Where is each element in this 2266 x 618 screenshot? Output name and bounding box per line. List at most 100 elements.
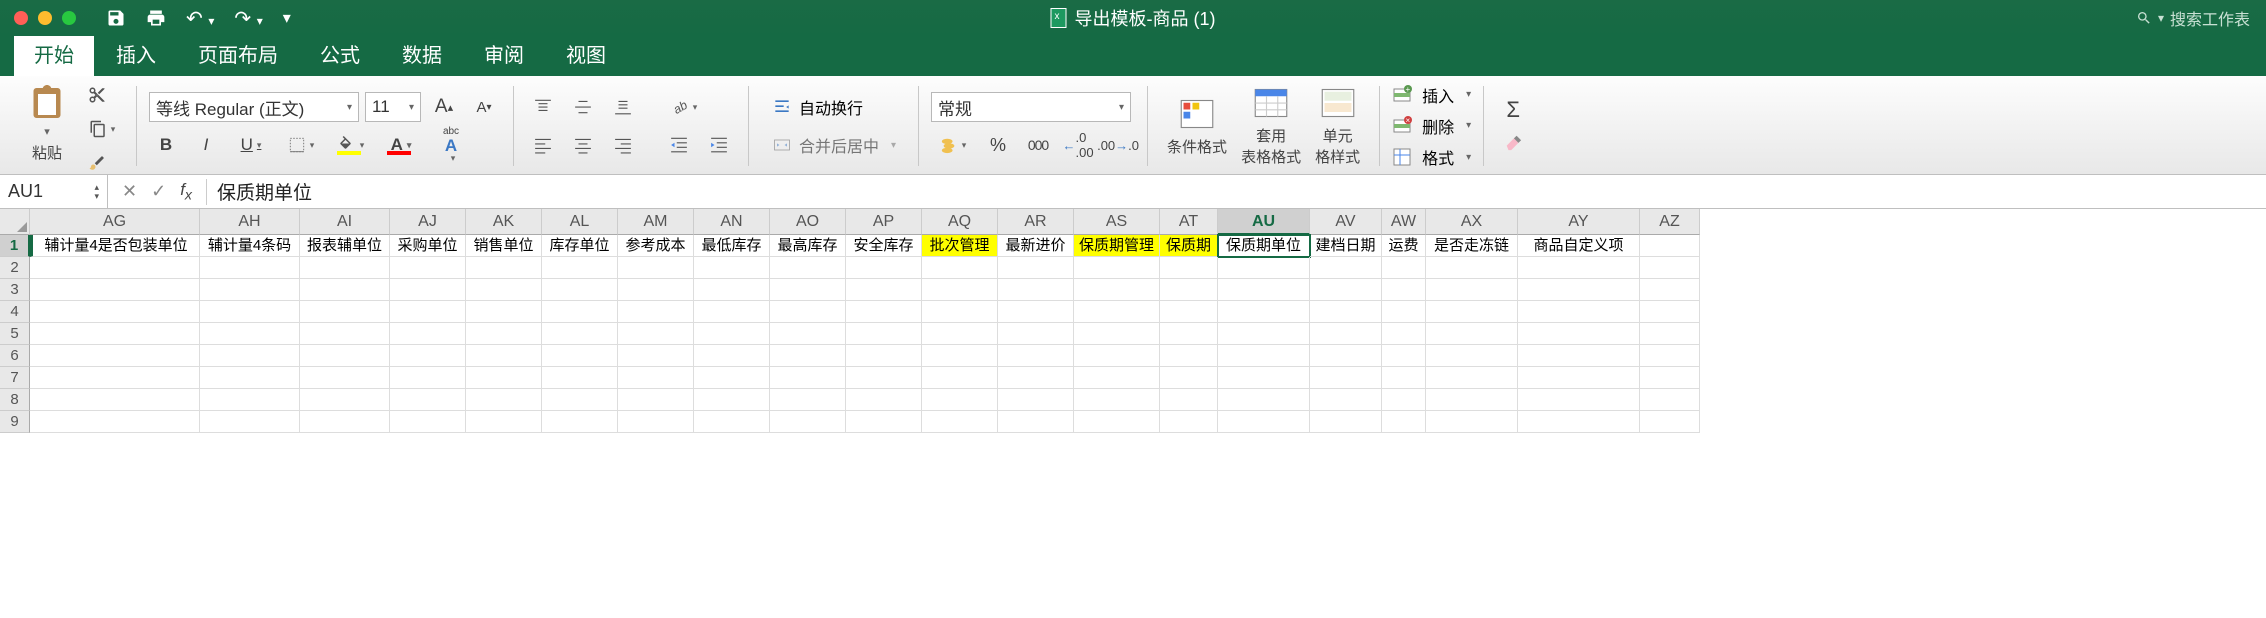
search-bar[interactable]: ▾ 搜索工作表 (2136, 6, 2250, 30)
cell-AH7[interactable] (200, 367, 300, 389)
cell-AQ8[interactable] (922, 389, 998, 411)
column-header-AS[interactable]: AS (1074, 209, 1160, 235)
cell-AT1[interactable]: 保质期 (1160, 235, 1218, 257)
cell-styles-button[interactable]: 单元 格样式 (1308, 80, 1367, 172)
cell-AR3[interactable] (998, 279, 1074, 301)
cell-AM6[interactable] (618, 345, 694, 367)
cell-AP7[interactable] (846, 367, 922, 389)
format-cells-button[interactable]: 格式▾ (1392, 143, 1471, 172)
cell-AN1[interactable]: 最低库存 (694, 235, 770, 257)
cell-AQ7[interactable] (922, 367, 998, 389)
cell-AZ6[interactable] (1640, 345, 1700, 367)
fill-color-button[interactable] (329, 130, 373, 160)
cell-AO8[interactable] (770, 389, 846, 411)
cell-AY7[interactable] (1518, 367, 1640, 389)
cell-AW4[interactable] (1382, 301, 1426, 323)
cell-AW5[interactable] (1382, 323, 1426, 345)
align-middle-button[interactable] (566, 92, 600, 122)
cell-AL1[interactable]: 库存单位 (542, 235, 618, 257)
cell-AU9[interactable] (1218, 411, 1310, 433)
clear-button[interactable] (1496, 127, 1530, 157)
align-center-button[interactable] (566, 130, 600, 160)
cell-AR8[interactable] (998, 389, 1074, 411)
row-header-3[interactable]: 3 (0, 279, 30, 301)
cell-AV4[interactable] (1310, 301, 1382, 323)
close-window-button[interactable] (14, 11, 28, 25)
cell-AX9[interactable] (1426, 411, 1518, 433)
copy-button[interactable] (80, 114, 124, 144)
cell-AU7[interactable] (1218, 367, 1310, 389)
cell-AX2[interactable] (1426, 257, 1518, 279)
cell-AJ8[interactable] (390, 389, 466, 411)
cell-AL4[interactable] (542, 301, 618, 323)
font-size-combo[interactable]: 11▾ (365, 92, 421, 122)
column-header-AW[interactable]: AW (1382, 209, 1426, 235)
delete-cells-button[interactable]: ×删除▾ (1392, 111, 1471, 140)
print-icon[interactable] (146, 8, 166, 28)
cell-AK2[interactable] (466, 257, 542, 279)
cell-AU2[interactable] (1218, 257, 1310, 279)
cell-AM2[interactable] (618, 257, 694, 279)
tab-插入[interactable]: 插入 (96, 31, 176, 76)
decrease-font-button[interactable]: A▾ (467, 92, 501, 122)
cell-AY8[interactable] (1518, 389, 1640, 411)
cell-AX6[interactable] (1426, 345, 1518, 367)
cell-AV9[interactable] (1310, 411, 1382, 433)
cell-AO5[interactable] (770, 323, 846, 345)
font-color-button[interactable]: A (379, 130, 423, 160)
column-header-AV[interactable]: AV (1310, 209, 1382, 235)
cell-AV5[interactable] (1310, 323, 1382, 345)
cell-AL2[interactable] (542, 257, 618, 279)
cell-AS1[interactable]: 保质期管理 (1074, 235, 1160, 257)
save-icon[interactable] (106, 8, 126, 28)
comma-button[interactable]: 000 (1021, 130, 1055, 160)
cell-AT7[interactable] (1160, 367, 1218, 389)
cell-AY9[interactable] (1518, 411, 1640, 433)
cell-AH5[interactable] (200, 323, 300, 345)
cell-AM3[interactable] (618, 279, 694, 301)
cell-AR1[interactable]: 最新进价 (998, 235, 1074, 257)
cell-AK5[interactable] (466, 323, 542, 345)
cell-AM4[interactable] (618, 301, 694, 323)
cell-AG5[interactable] (30, 323, 200, 345)
column-header-AK[interactable]: AK (466, 209, 542, 235)
cell-AZ3[interactable] (1640, 279, 1700, 301)
cell-AI5[interactable] (300, 323, 390, 345)
cell-AS2[interactable] (1074, 257, 1160, 279)
cell-AI6[interactable] (300, 345, 390, 367)
cell-AM8[interactable] (618, 389, 694, 411)
cell-AP5[interactable] (846, 323, 922, 345)
cell-AM7[interactable] (618, 367, 694, 389)
cell-AP2[interactable] (846, 257, 922, 279)
cell-AZ5[interactable] (1640, 323, 1700, 345)
align-right-button[interactable] (606, 130, 640, 160)
cell-AL5[interactable] (542, 323, 618, 345)
wrap-text-button[interactable]: 自动换行 (761, 92, 906, 122)
cell-AQ3[interactable] (922, 279, 998, 301)
cell-AM9[interactable] (618, 411, 694, 433)
column-header-AR[interactable]: AR (998, 209, 1074, 235)
cell-AO1[interactable]: 最高库存 (770, 235, 846, 257)
tab-页面布局[interactable]: 页面布局 (178, 31, 298, 76)
fx-button[interactable]: fx (180, 180, 192, 203)
column-header-AO[interactable]: AO (770, 209, 846, 235)
column-header-AM[interactable]: AM (618, 209, 694, 235)
cell-AN8[interactable] (694, 389, 770, 411)
cell-AL8[interactable] (542, 389, 618, 411)
cell-AZ2[interactable] (1640, 257, 1700, 279)
cell-AS8[interactable] (1074, 389, 1160, 411)
insert-cells-button[interactable]: +插入▾ (1392, 80, 1471, 109)
formula-input[interactable]: 保质期单位 (207, 178, 2266, 205)
spreadsheet-grid[interactable]: AGAHAIAJAKALAMANAOAPAQARASATAUAVAWAXAYAZ… (0, 209, 2266, 433)
cell-AY4[interactable] (1518, 301, 1640, 323)
cell-AP4[interactable] (846, 301, 922, 323)
cell-AH3[interactable] (200, 279, 300, 301)
cell-AZ8[interactable] (1640, 389, 1700, 411)
cell-AG9[interactable] (30, 411, 200, 433)
cell-AG2[interactable] (30, 257, 200, 279)
name-box[interactable]: AU1 ▴▾ (0, 175, 108, 208)
cell-AJ9[interactable] (390, 411, 466, 433)
cell-AW2[interactable] (1382, 257, 1426, 279)
cell-AN5[interactable] (694, 323, 770, 345)
cell-AI2[interactable] (300, 257, 390, 279)
